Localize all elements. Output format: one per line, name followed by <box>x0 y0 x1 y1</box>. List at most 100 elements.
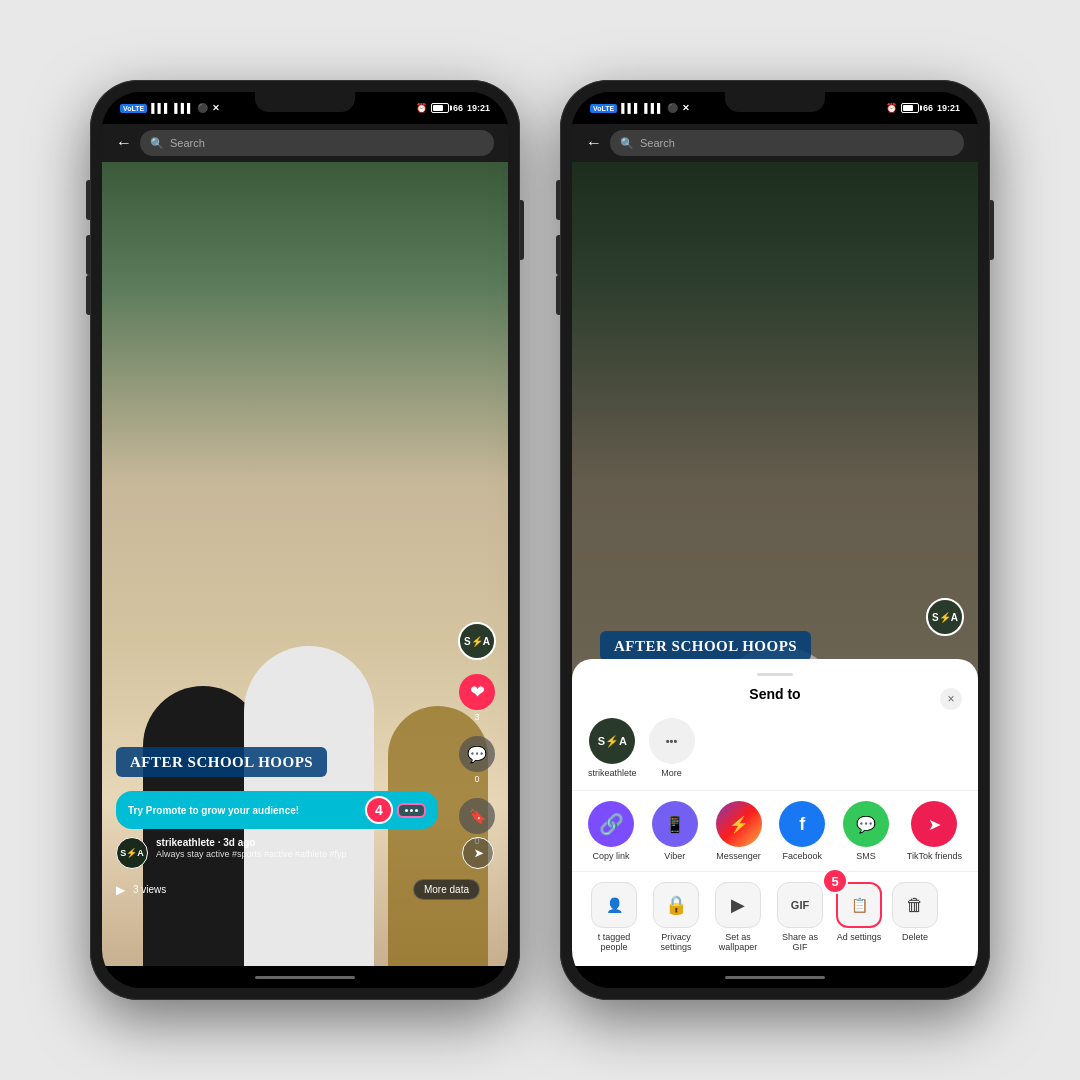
app-copy-link[interactable]: 🔗 Copy link <box>588 801 634 861</box>
battery-2 <box>901 103 919 113</box>
signal-icon-3: ▌▌▌ <box>621 103 640 113</box>
video-overlay-1: After school hoops Try Promote to grow y… <box>102 162 508 966</box>
share-icon-1: ➤ <box>474 847 483 860</box>
app-viber[interactable]: 📱 Viber <box>652 801 698 861</box>
sheet-apps-row: 🔗 Copy link 📱 Viber ⚡ Messenger f Facebo… <box>572 791 978 872</box>
search-placeholder-2: Search <box>640 137 675 149</box>
app-tiktok-friends[interactable]: ➤ TikTok friends <box>907 801 962 861</box>
contact-name-sa: strikeathlete <box>588 768 637 778</box>
delete-icon: 🗑 <box>892 882 938 928</box>
title-banner-1: After school hoops <box>116 747 327 777</box>
home-bar-2 <box>725 976 825 979</box>
action-privacy-settings[interactable]: 🔒 Privacy settings <box>650 882 702 952</box>
battery-label-1: 66 <box>453 103 463 113</box>
contact-avatar-sa: S⚡A <box>589 718 635 764</box>
contact-name-more: More <box>661 768 682 778</box>
action-set-wallpaper[interactable]: ▶ Set as wallpaper <box>712 882 764 952</box>
step-badge-4: 4 <box>365 796 393 824</box>
share-sheet: Send to × S⚡A strikeathlete <box>572 659 978 966</box>
signal-icon-1: ▌▌▌ <box>151 103 170 113</box>
views-text-1: 3 views <box>133 884 166 895</box>
privacy-settings-icon: 🔒 <box>653 882 699 928</box>
sheet-actions-row: 👤 t tagged people 🔒 Privacy settings ▶ S… <box>572 872 978 966</box>
video-title-2: After school hoops <box>614 638 797 654</box>
back-button-1[interactable]: ← <box>116 134 132 152</box>
user-avatar-1[interactable]: S⚡A <box>116 837 148 869</box>
search-bar-1: ← 🔍 Search <box>102 124 508 162</box>
home-indicator-1 <box>102 966 508 988</box>
volte-badge-1: VoLTE <box>120 104 147 113</box>
set-wallpaper-icon: ▶ <box>715 882 761 928</box>
promote-text-1: Try Promote to grow your audience! <box>128 805 299 816</box>
user-info-row-1: S⚡A strikeathlete · 3d ago Always stay a… <box>102 833 508 873</box>
avatar-right-2[interactable]: S⚡A <box>926 598 964 636</box>
viber-icon: 📱 <box>652 801 698 847</box>
sms-icon: 💬 <box>843 801 889 847</box>
time-2: 19:21 <box>937 103 960 113</box>
app-facebook[interactable]: f Facebook <box>779 801 825 861</box>
time-1: 19:21 <box>467 103 490 113</box>
facebook-label: Facebook <box>782 851 822 861</box>
sheet-close-button[interactable]: × <box>940 688 962 710</box>
viber-label: Viber <box>664 851 685 861</box>
app-sms[interactable]: 💬 SMS <box>843 801 889 861</box>
notch-1 <box>255 92 355 112</box>
contact-strikeathlete[interactable]: S⚡A strikeathlete <box>588 718 637 778</box>
tiktok-label: TikTok friends <box>907 851 962 861</box>
title-banner-2: After school hoops <box>600 631 811 661</box>
messenger-label: Messenger <box>716 851 761 861</box>
sheet-handle <box>757 673 793 676</box>
search-input-2[interactable]: 🔍 Search <box>610 130 964 156</box>
video-area-1[interactable]: S⚡A ❤ 3 💬 0 🔖 0 After school hoops <box>102 162 508 966</box>
more-dots-button-1[interactable] <box>397 803 426 818</box>
sheet-header: Send to × <box>572 686 978 712</box>
promote-bar-1: Try Promote to grow your audience! 4 <box>116 791 438 829</box>
play-icon-1: ▶ <box>116 883 125 897</box>
delete-label: Delete <box>902 932 928 942</box>
contact-avatar-more: ••• <box>649 718 695 764</box>
search-input-1[interactable]: 🔍 Search <box>140 130 494 156</box>
back-button-2[interactable]: ← <box>586 134 602 152</box>
action-tagged-people[interactable]: 👤 t tagged people <box>588 882 640 952</box>
action-ad-settings[interactable]: 📋 Ad settings 5 <box>836 882 882 952</box>
bottom-bar-1: ▶ 3 views More data <box>102 873 508 906</box>
privacy-settings-label: Privacy settings <box>650 932 702 952</box>
contact-more[interactable]: ••• More <box>649 718 695 778</box>
share-gif-label: Share as GIF <box>774 932 826 952</box>
x-icon-2: ✕ <box>682 103 690 113</box>
step-badge-5: 5 <box>822 868 848 894</box>
ad-settings-label: Ad settings <box>837 932 882 942</box>
tagged-people-label: t tagged people <box>588 932 640 952</box>
status-right-1: ⏰ 66 19:21 <box>416 103 490 113</box>
phone-1: VoLTE ▌▌▌ ▌▌▌ ⚫ ✕ ⏰ 66 19:21 ← 🔍 Search <box>90 80 520 1000</box>
wifi-icon-2: ⚫ <box>667 103 678 113</box>
share-arrow-1[interactable]: ➤ <box>462 837 494 869</box>
user-avatar-label-1: S⚡A <box>120 848 144 858</box>
messenger-icon: ⚡ <box>716 801 762 847</box>
share-gif-icon: GIF <box>777 882 823 928</box>
status-left-2: VoLTE ▌▌▌ ▌▌▌ ⚫ ✕ <box>590 103 690 113</box>
tagged-people-icon: 👤 <box>591 882 637 928</box>
search-placeholder-1: Search <box>170 137 205 149</box>
username-1: strikeathlete · 3d ago <box>156 837 454 848</box>
user-text-1: strikeathlete · 3d ago Always stay activ… <box>156 837 454 861</box>
search-icon-1: 🔍 <box>150 137 164 150</box>
alarm-icon-1: ⏰ <box>416 103 427 113</box>
action-share-gif[interactable]: GIF Share as GIF <box>774 882 826 952</box>
x-icon-1: ✕ <box>212 103 220 113</box>
more-data-button-1[interactable]: More data <box>413 879 480 900</box>
battery-1 <box>431 103 449 113</box>
action-delete[interactable]: 🗑 Delete <box>892 882 938 952</box>
alarm-icon-2: ⏰ <box>886 103 897 113</box>
app-messenger[interactable]: ⚡ Messenger <box>716 801 762 861</box>
set-wallpaper-label: Set as wallpaper <box>712 932 764 952</box>
copy-link-icon: 🔗 <box>588 801 634 847</box>
contact-more-icon: ••• <box>666 735 678 747</box>
wifi-icon-1: ⚫ <box>197 103 208 113</box>
status-right-2: ⏰ 66 19:21 <box>886 103 960 113</box>
notch-2 <box>725 92 825 112</box>
phone-2-screen: VoLTE ▌▌▌ ▌▌▌ ⚫ ✕ ⏰ 66 19:21 ← 🔍 Search <box>572 92 978 988</box>
phone-1-screen: VoLTE ▌▌▌ ▌▌▌ ⚫ ✕ ⏰ 66 19:21 ← 🔍 Search <box>102 92 508 988</box>
home-indicator-2 <box>572 966 978 988</box>
copy-link-label: Copy link <box>592 851 629 861</box>
